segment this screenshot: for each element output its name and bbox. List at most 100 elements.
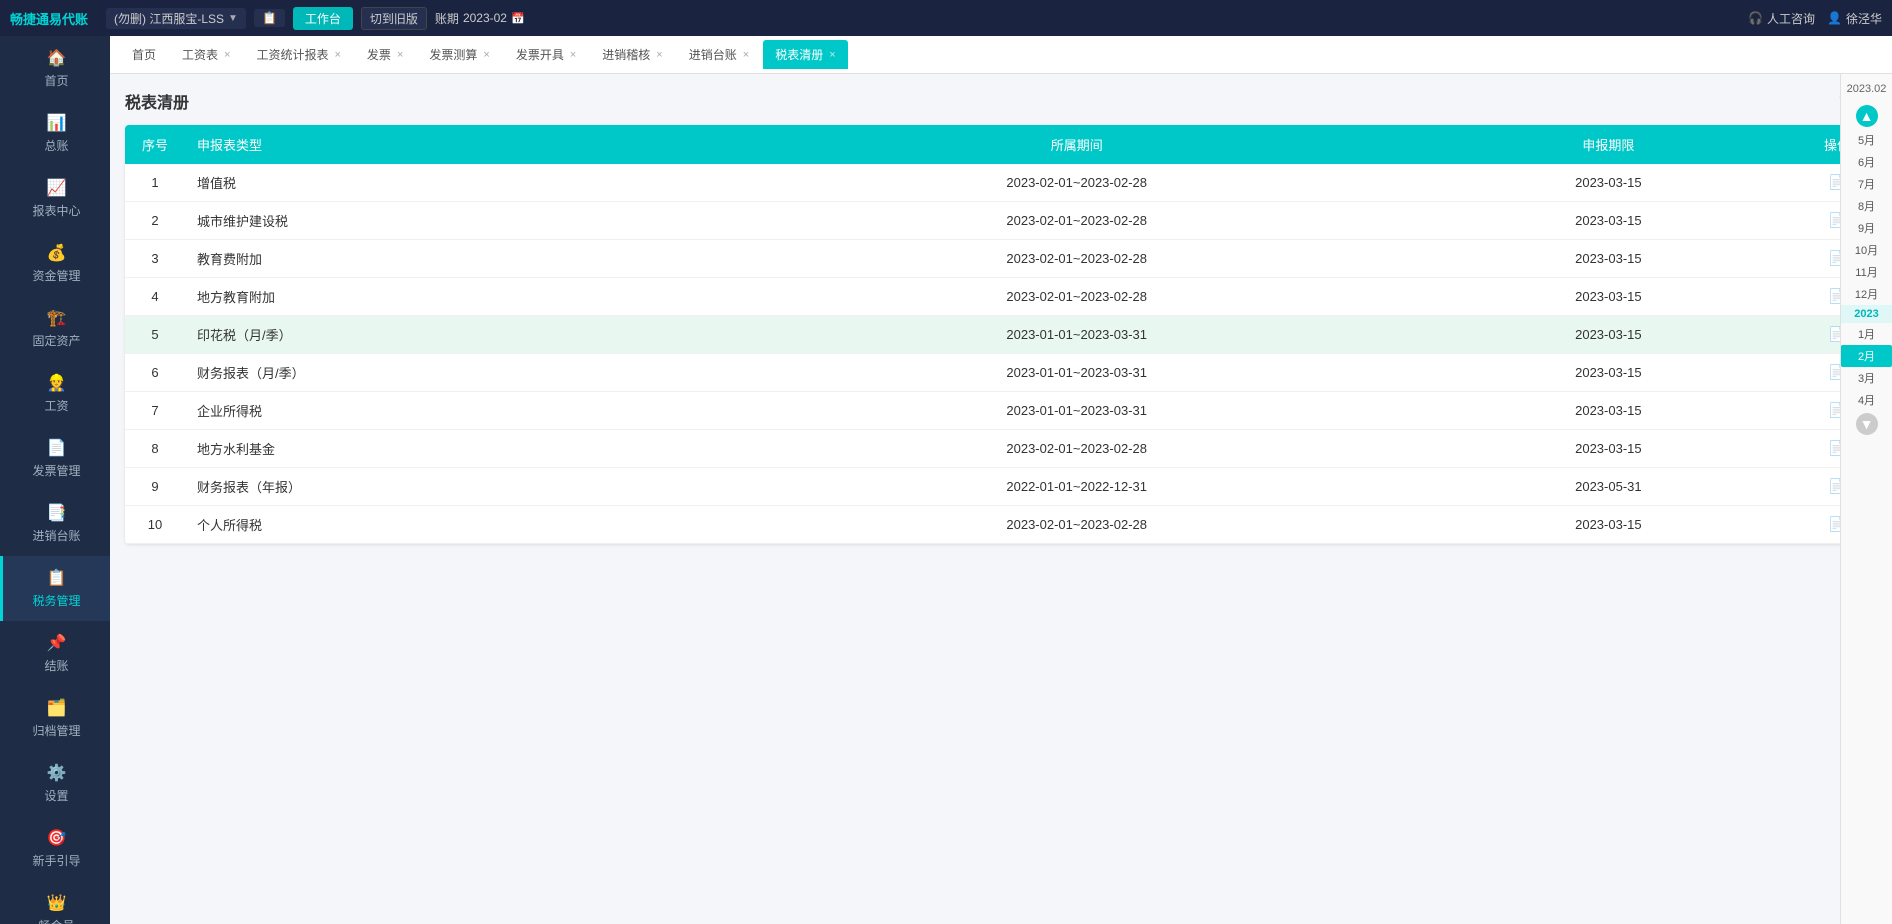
- close-period-icon: 📌: [47, 633, 67, 653]
- sidebar-item-settings[interactable]: ⚙️ 设置: [0, 751, 110, 816]
- cell-deadline: 2023-03-15: [1420, 506, 1797, 544]
- tab-home[interactable]: 首页: [120, 40, 168, 69]
- table-row: 5 印花税（月/季） 2023-01-01~2023-03-31 2023-03…: [125, 316, 1877, 354]
- month-1[interactable]: 1月: [1841, 323, 1892, 345]
- cell-type: 财务报表（月/季）: [185, 354, 734, 392]
- sidebar-label-settings: 设置: [44, 787, 68, 804]
- tab-payroll-label: 工资表: [182, 46, 218, 63]
- month-11[interactable]: 11月: [1841, 261, 1892, 283]
- sidebar-label-salary: 工资: [44, 397, 68, 414]
- sidebar-item-funds[interactable]: 💰 资金管理: [0, 231, 110, 296]
- tab-invoice-open-close[interactable]: ×: [570, 49, 576, 61]
- cell-period: 2023-01-01~2023-03-31: [734, 354, 1420, 392]
- month-2-active[interactable]: 2月: [1841, 345, 1892, 367]
- month-8[interactable]: 8月: [1841, 195, 1892, 217]
- cell-period: 2023-02-01~2023-02-28: [734, 430, 1420, 468]
- sidebar-item-archive[interactable]: 🗂️ 归档管理: [0, 686, 110, 751]
- cell-no: 7: [125, 392, 185, 430]
- month-10[interactable]: 10月: [1841, 239, 1892, 261]
- salary-icon: 👷: [47, 373, 67, 393]
- tab-invoices[interactable]: 发票 ×: [355, 40, 415, 69]
- cell-period: 2023-01-01~2023-03-31: [734, 392, 1420, 430]
- month-7[interactable]: 7月: [1841, 173, 1892, 195]
- tab-purchase-check[interactable]: 进销稽核 ×: [590, 40, 674, 69]
- cell-period: 2023-02-01~2023-02-28: [734, 240, 1420, 278]
- sidebar-item-tax[interactable]: 📋 税务管理: [0, 556, 110, 621]
- tab-purchase-ledger-close[interactable]: ×: [743, 49, 749, 61]
- tab-payroll-stats-close[interactable]: ×: [334, 49, 340, 61]
- tax-table: 序号 申报表类型 所属期间 申报期限 操作 1 增值税 2023-02-01~2…: [125, 125, 1877, 544]
- cell-deadline: 2023-03-15: [1420, 354, 1797, 392]
- funds-icon: 💰: [47, 243, 67, 263]
- sidebar-label-assets: 固定资产: [32, 332, 80, 349]
- sidebar-item-assets[interactable]: 🏗️ 固定资产: [0, 296, 110, 361]
- month-3[interactable]: 3月: [1841, 367, 1892, 389]
- tab-payroll-stats[interactable]: 工资统计报表 ×: [244, 40, 352, 69]
- month-5[interactable]: 5月: [1841, 129, 1892, 151]
- table-row: 7 企业所得税 2023-01-01~2023-03-31 2023-03-15…: [125, 392, 1877, 430]
- cell-period: 2023-02-01~2023-02-28: [734, 278, 1420, 316]
- sidebar-item-ledger[interactable]: 📊 总账: [0, 101, 110, 166]
- purchase-sales-icon: 📑: [47, 503, 67, 523]
- tax-icon: 📋: [47, 568, 67, 588]
- copy-button[interactable]: 📋: [254, 9, 285, 27]
- sidebar-label-close: 结账: [44, 657, 68, 674]
- tab-invoices-close[interactable]: ×: [397, 49, 403, 61]
- cell-deadline: 2023-05-31: [1420, 468, 1797, 506]
- tab-purchase-ledger-label: 进销台账: [689, 46, 737, 63]
- tab-invoice-calc[interactable]: 发票测算 ×: [417, 40, 501, 69]
- ai-consult-button[interactable]: 🎧 人工咨询: [1748, 10, 1815, 27]
- tab-payroll[interactable]: 工资表 ×: [170, 40, 242, 69]
- tab-purchase-ledger[interactable]: 进销台账 ×: [677, 40, 761, 69]
- cell-deadline: 2023-03-15: [1420, 202, 1797, 240]
- tab-tax-register-close[interactable]: ×: [829, 49, 835, 61]
- table-row: 10 个人所得税 2023-02-01~2023-02-28 2023-03-1…: [125, 506, 1877, 544]
- month-4[interactable]: 4月: [1841, 389, 1892, 411]
- scroll-down-button[interactable]: ▼: [1856, 413, 1878, 435]
- month-9[interactable]: 9月: [1841, 217, 1892, 239]
- cell-no: 1: [125, 164, 185, 202]
- sidebar-item-salary[interactable]: 👷 工资: [0, 361, 110, 426]
- cell-type: 增值税: [185, 164, 734, 202]
- tab-invoice-calc-close[interactable]: ×: [483, 49, 489, 61]
- sidebar-label-vip: 畅会员: [38, 917, 74, 924]
- col-deadline: 申报期限: [1420, 125, 1797, 164]
- sidebar-item-close[interactable]: 📌 结账: [0, 621, 110, 686]
- tab-tax-register[interactable]: 税表清册 ×: [763, 40, 847, 69]
- sidebar-label-archive: 归档管理: [32, 722, 80, 739]
- switch-button[interactable]: 切到旧版: [361, 7, 427, 30]
- sidebar-item-guide[interactable]: 🎯 新手引导: [0, 816, 110, 881]
- scroll-up-button[interactable]: ▲: [1856, 105, 1878, 127]
- sidebar-item-purchase-sales[interactable]: 📑 进销台账: [0, 491, 110, 556]
- tab-payroll-close[interactable]: ×: [224, 49, 230, 61]
- cell-deadline: 2023-03-15: [1420, 430, 1797, 468]
- table-row: 4 地方教育附加 2023-02-01~2023-02-28 2023-03-1…: [125, 278, 1877, 316]
- cell-period: 2023-02-01~2023-02-28: [734, 202, 1420, 240]
- sidebar-item-reports[interactable]: 📈 报表中心: [0, 166, 110, 231]
- tab-invoice-open[interactable]: 发票开具 ×: [504, 40, 588, 69]
- cell-no: 2: [125, 202, 185, 240]
- period-value: 2023-02: [463, 11, 507, 25]
- user-menu[interactable]: 👤 徐泾华: [1827, 10, 1882, 27]
- sidebar-item-invoices[interactable]: 📄 发票管理: [0, 426, 110, 491]
- calendar-icon[interactable]: 📅: [511, 12, 525, 25]
- tab-purchase-check-close[interactable]: ×: [656, 49, 662, 61]
- month-6[interactable]: 6月: [1841, 151, 1892, 173]
- table-row: 6 财务报表（月/季） 2023-01-01~2023-03-31 2023-0…: [125, 354, 1877, 392]
- cell-deadline: 2023-03-15: [1420, 316, 1797, 354]
- table-row: 8 地方水利基金 2023-02-01~2023-02-28 2023-03-1…: [125, 430, 1877, 468]
- sidebar-item-home[interactable]: 🏠 首页: [0, 36, 110, 101]
- tab-purchase-check-label: 进销稽核: [602, 46, 650, 63]
- company-selector[interactable]: (勿删) 江西服宝-LSS ▼: [106, 8, 246, 29]
- cell-deadline: 2023-03-15: [1420, 240, 1797, 278]
- reports-icon: 📈: [47, 178, 67, 198]
- sidebar-item-vip[interactable]: 👑 畅会员: [0, 881, 110, 924]
- workbench-button[interactable]: 工作台: [293, 7, 353, 30]
- table-row: 1 增值税 2023-02-01~2023-02-28 2023-03-15 📄: [125, 164, 1877, 202]
- tabbar: 首页 工资表 × 工资统计报表 × 发票 × 发票测算 × 发票开具 ×: [110, 36, 1892, 74]
- month-12[interactable]: 12月: [1841, 283, 1892, 305]
- cell-period: 2022-01-01~2022-12-31: [734, 468, 1420, 506]
- cell-type: 地方教育附加: [185, 278, 734, 316]
- cell-no: 6: [125, 354, 185, 392]
- cell-no: 8: [125, 430, 185, 468]
